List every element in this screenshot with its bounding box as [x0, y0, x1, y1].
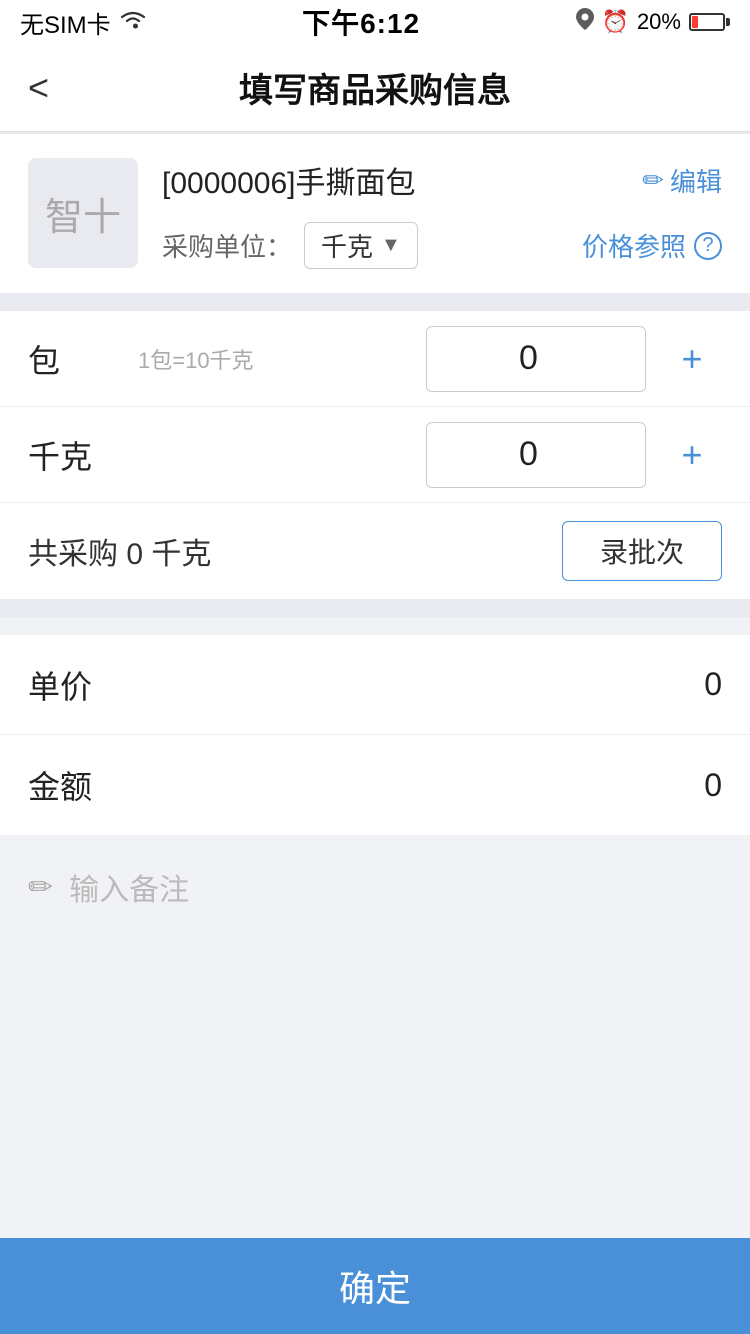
status-bar: 无SIM卡 下午6:12 ⏰ 20% — [0, 0, 750, 44]
status-right: ⏰ 20% — [576, 8, 730, 36]
bao-input[interactable] — [426, 326, 646, 392]
section-divider-2 — [0, 599, 750, 617]
batch-button[interactable]: 录批次 — [562, 521, 722, 581]
product-logo: 智十 — [45, 186, 121, 241]
page-title: 填写商品采购信息 — [239, 63, 511, 112]
back-button[interactable]: < — [28, 67, 49, 109]
price-ref-label: 价格参照 — [582, 227, 686, 264]
amount-row: 金额 0 — [0, 735, 750, 835]
amount-label: 金额 — [28, 762, 92, 808]
price-reference-button[interactable]: 价格参照 ? — [582, 227, 722, 264]
kg-input-wrap: + — [426, 422, 722, 488]
bao-label: 包 — [28, 336, 128, 382]
unit-price-label: 单价 — [28, 662, 92, 708]
edit-icon: ✏ — [642, 165, 664, 196]
status-time: 下午6:12 — [302, 2, 420, 42]
summary-text: 共采购 0 千克 — [28, 529, 211, 573]
product-image: 智十 — [28, 158, 138, 268]
bao-sublabel: 1包=10千克 — [138, 343, 426, 375]
notes-placeholder: 输入备注 — [69, 865, 189, 909]
unit-value: 千克 — [321, 227, 373, 264]
product-name-row: [0000006]手撕面包 ✏ 编辑 — [162, 158, 722, 202]
product-info: [0000006]手撕面包 ✏ 编辑 采购单位： 千克 ▼ 价格参照 ? — [162, 158, 722, 269]
content-spacer — [0, 937, 750, 1237]
confirm-bar[interactable]: 确定 — [0, 1238, 750, 1334]
unit-price-row: 单价 0 — [0, 635, 750, 735]
bao-row: 包 1包=10千克 + — [0, 311, 750, 407]
unit-label: 采购单位： — [162, 227, 292, 264]
bao-input-wrap: + — [426, 326, 722, 392]
location-icon — [576, 8, 594, 36]
nav-bar: < 填写商品采购信息 — [0, 44, 750, 132]
confirm-label: 确定 — [339, 1260, 411, 1312]
pencil-icon: ✏ — [28, 870, 53, 905]
chevron-down-icon: ▼ — [381, 234, 401, 257]
product-unit-row: 采购单位： 千克 ▼ 价格参照 ? — [162, 222, 722, 269]
help-icon: ? — [694, 232, 722, 260]
form-section: 包 1包=10千克 + 千克 + — [0, 311, 750, 503]
carrier-label: 无SIM卡 — [20, 5, 111, 40]
kg-plus-button[interactable]: + — [662, 422, 722, 488]
notes-section: ✏ 输入备注 — [0, 837, 750, 937]
unit-select[interactable]: 千克 ▼ — [304, 222, 418, 269]
edit-label: 编辑 — [670, 162, 722, 199]
section-divider-1 — [0, 293, 750, 311]
bao-plus-button[interactable]: + — [662, 326, 722, 392]
product-name: [0000006]手撕面包 — [162, 158, 415, 202]
amount-value: 0 — [704, 767, 722, 804]
product-card: 智十 [0000006]手撕面包 ✏ 编辑 采购单位： 千克 ▼ 价格参照 ? — [0, 134, 750, 293]
status-left: 无SIM卡 — [20, 5, 147, 40]
unit-price-value: 0 — [704, 666, 722, 703]
battery-percent: 20% — [637, 9, 681, 35]
kg-row: 千克 + — [0, 407, 750, 503]
kg-input[interactable] — [426, 422, 646, 488]
wifi-icon — [119, 8, 147, 37]
battery-icon — [689, 13, 730, 31]
summary-row: 共采购 0 千克 录批次 — [0, 503, 750, 599]
info-section: 单价 0 金额 0 — [0, 635, 750, 835]
edit-button[interactable]: ✏ 编辑 — [642, 162, 722, 199]
notes-input-row[interactable]: ✏ 输入备注 — [28, 865, 722, 909]
alarm-icon: ⏰ — [602, 9, 629, 35]
kg-label: 千克 — [28, 432, 128, 478]
